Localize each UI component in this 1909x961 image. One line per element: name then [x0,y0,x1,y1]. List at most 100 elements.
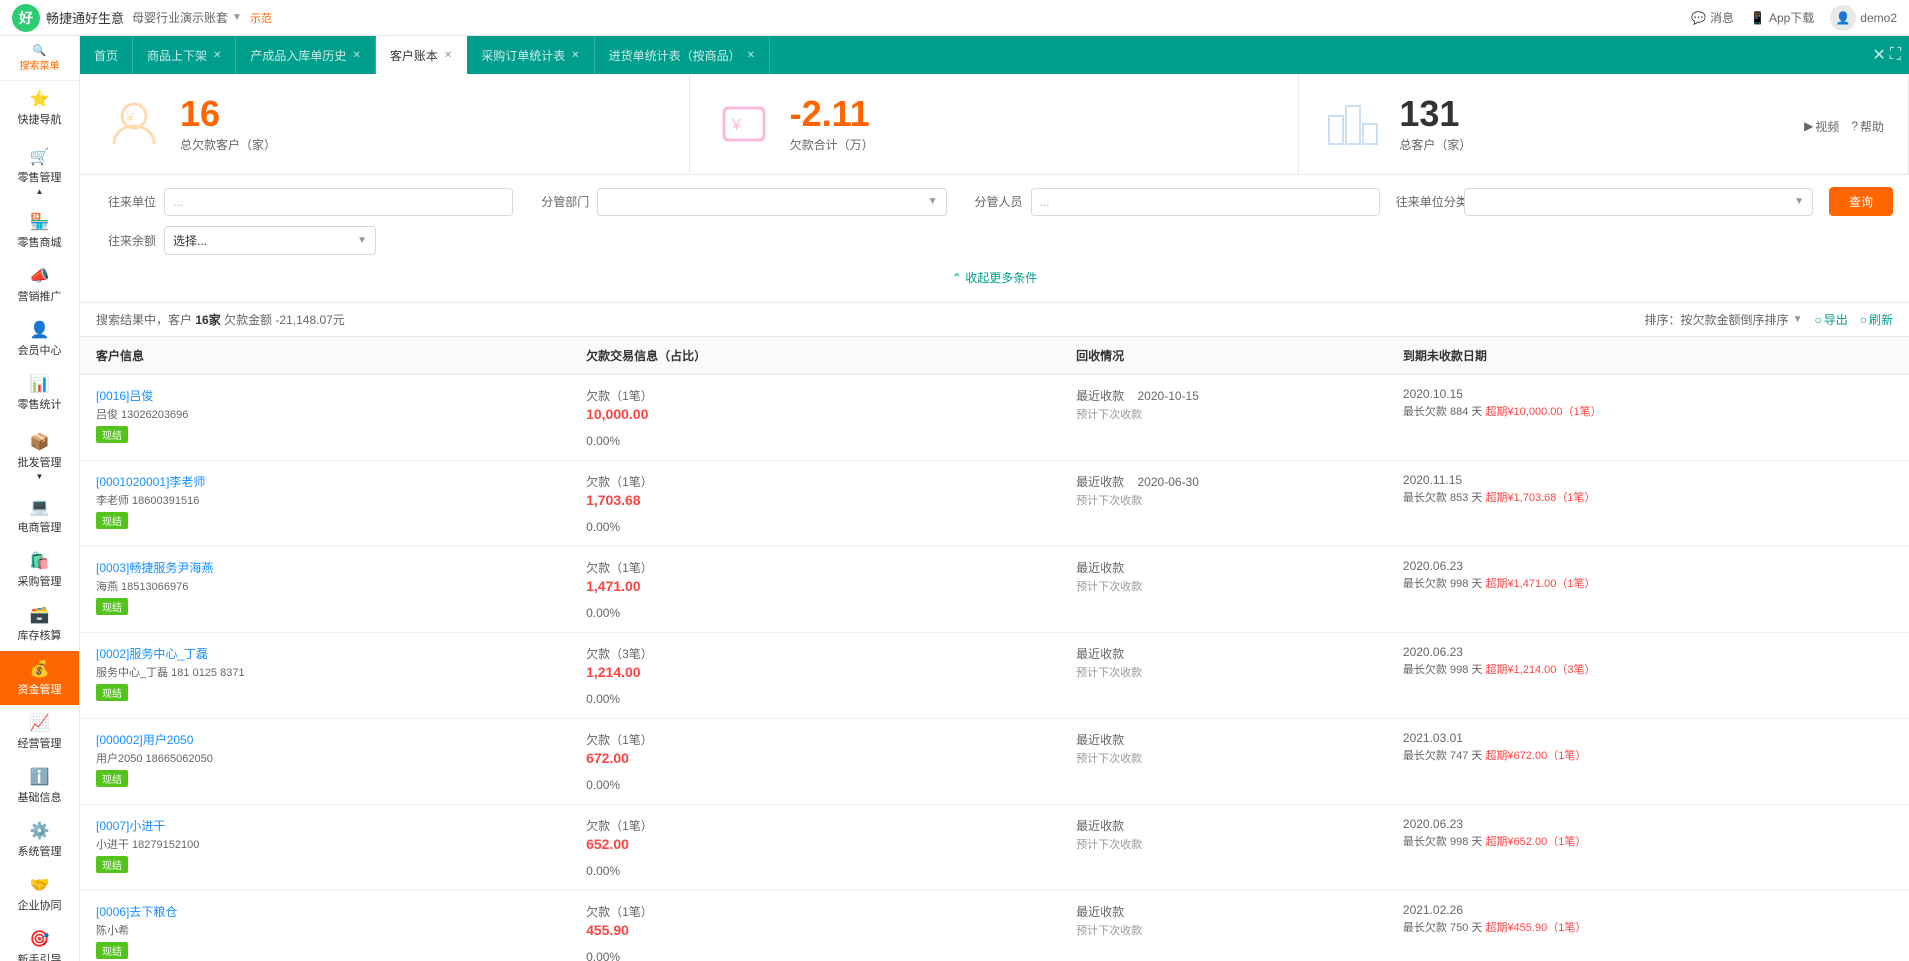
customer-name-5[interactable]: [000002]用户2050 [96,731,586,748]
sidebar-item-base-info[interactable]: ℹ️ 基础信息 [0,759,79,813]
video-btn[interactable]: ▶ 视频 [1804,118,1839,135]
total-customers-icon [1323,94,1383,154]
person-placeholder: ... [1040,195,1050,209]
from-unit-input[interactable]: ... [164,188,513,216]
sidebar-item-newbie[interactable]: 🎯 新手引导 [0,921,79,961]
export-btn[interactable]: ○ 导出 [1814,311,1847,328]
refresh-label: 刷新 [1869,311,1893,328]
collapse-btn[interactable]: ⌃ 收起更多条件 [96,265,1893,290]
store-selector[interactable]: 母婴行业演示账套 ▼ [132,9,242,26]
recovery-label-1: 预计下次收款 [1076,406,1403,422]
overdue-amount-3[interactable]: 超期¥1,471.00（1笔） [1485,578,1595,590]
member-label: 会员中心 [18,342,62,358]
sidebar-item-batch-mgmt[interactable]: 📦 批发管理 ▼ [0,424,79,489]
sidebar-item-quick-nav[interactable]: ⭐ 快捷导航 [0,81,79,135]
marketing-label: 营销推广 [18,288,62,304]
help-btn[interactable]: ? 帮助 [1851,118,1884,135]
tab-products-close[interactable]: ✕ [213,50,221,61]
sidebar-item-operations[interactable]: 📈 经营管理 [0,705,79,759]
recovery-cell-4: 最近收款 预计下次收款 [1076,645,1403,680]
due-date-6: 2020.06.23 [1403,817,1893,831]
customer-name-2[interactable]: [0001020001]李老师 [96,473,586,490]
table-row: [0016]吕俊 吕俊 13026203696 现结 欠款（1笔） 10,000… [80,375,1909,461]
customer-name-1[interactable]: [0016]吕俊 [96,387,586,404]
overdue-amount-6[interactable]: 超期¥652.00（1笔） [1485,836,1586,848]
tab-home[interactable]: 首页 [80,36,133,74]
dept-label: 分管部门 [529,193,589,210]
tab-import-close[interactable]: ✕ [747,50,755,61]
tab-customer-close[interactable]: ✕ [444,50,452,61]
ecom-label: 电商管理 [18,519,62,535]
app-download-btn[interactable]: 📱 App下载 [1750,9,1814,26]
sidebar-item-ecom[interactable]: 💻 电商管理 [0,489,79,543]
message-btn[interactable]: 💬 消息 [1691,9,1734,26]
user-btn[interactable]: 👤 demo2 [1830,5,1897,31]
balance-select[interactable]: 选择... ▼ [164,226,376,255]
tab-products[interactable]: 商品上下架 ✕ [133,36,236,74]
sidebar-item-marketing[interactable]: 📣 营销推广 [0,258,79,312]
avatar: 👤 [1830,5,1856,31]
right-panel: 首页 商品上下架 ✕ 产成品入库单历史 ✕ 客户账本 ✕ 采购订单统计表 ✕ 进… [80,36,1909,961]
search-button[interactable]: 查询 [1829,187,1893,216]
due-cell-2: 2020.11.15 最长欠款 853 天 超期¥1,703.68（1笔） [1403,473,1893,505]
refresh-btn[interactable]: ○ 刷新 [1860,311,1893,328]
customer-name-3[interactable]: [0003]畅捷服务尹海燕 [96,559,586,576]
tab-close-all-btn[interactable]: ✕ [1872,45,1885,65]
debt-percent-6: 0.00% [586,864,1076,878]
due-date-7: 2021.02.26 [1403,903,1893,917]
debt-amount-6: 652.00 [586,836,1076,852]
person-input[interactable]: ... [1031,188,1380,216]
overdue-amount-4[interactable]: 超期¥1,214.00（3笔） [1485,664,1595,676]
sidebar-item-corp-coop[interactable]: 🤝 企业协同 [0,867,79,921]
recovery-date-7: 最近收款 [1076,903,1403,920]
dept-select[interactable]: ▼ [597,188,946,216]
debt-cell-2: 欠款（1笔） 1,703.68 0.00% [586,473,1076,534]
sort-select[interactable]: 排序：按欠款金额倒序排序 ▼ [1645,311,1803,328]
sidebar-item-purchase[interactable]: 🛍️ 采购管理 [0,543,79,597]
tab-purchase-close[interactable]: ✕ [571,50,579,61]
overdue-amount-1[interactable]: 超期¥10,000.00（1笔） [1485,406,1601,418]
customer-name-4[interactable]: [0002]服务中心_丁磊 [96,645,586,662]
balance-value: 选择... [173,232,207,249]
tab-customer[interactable]: 客户账本 ✕ [376,36,467,74]
debt-count-3: 欠款（1笔） [586,559,1076,576]
overdue-amount-7[interactable]: 超期¥455.90（1笔） [1485,922,1586,934]
sidebar-item-sys-mgmt[interactable]: ⚙️ 系统管理 [0,813,79,867]
sidebar-item-retail-mall[interactable]: 🏪 零售商城 [0,204,79,258]
sidebar-item-retail-mgmt[interactable]: 🛒 零售管理 ▲ [0,139,79,204]
debt-cell-4: 欠款（3笔） 1,214.00 0.00% [586,645,1076,706]
sidebar-search[interactable]: 🔍 搜索菜单 [0,36,79,81]
debt-percent-5: 0.00% [586,778,1076,792]
tab-purchase[interactable]: 采购订单统计表 ✕ [467,36,594,74]
customer-sub-5: 用户2050 18665062050 [96,750,586,766]
overdue-amount-5[interactable]: 超期¥672.00（1笔） [1485,750,1586,762]
sidebar-item-retail-stats[interactable]: 📊 零售统计 [0,366,79,420]
batch-icon: 📦 [30,432,50,452]
sidebar-item-finance[interactable]: 💰 资金管理 [0,651,79,705]
table-row: [0001020001]李老师 李老师 18600391516 现结 欠款（1笔… [80,461,1909,547]
mall-icon: 🏪 [30,212,50,232]
customer-name-6[interactable]: [0007]小进干 [96,817,586,834]
batch-chevron-icon: ▼ [36,472,44,481]
overdue-days-6: 最长欠款 998 天 超期¥652.00（1笔） [1403,833,1893,849]
corp-coop-label: 企业协同 [18,897,62,913]
sidebar-item-inventory[interactable]: 🗃️ 库存核算 [0,597,79,651]
tab-expand-btn[interactable]: ⛶ [1890,46,1901,64]
tab-production[interactable]: 产成品入库单历史 ✕ [236,36,375,74]
export-icon: ○ [1814,313,1821,327]
overdue-amount-2[interactable]: 超期¥1,703.68（1笔） [1485,492,1595,504]
logo-icon: 好 [12,4,40,32]
unit-category-select[interactable]: ▼ [1464,188,1813,216]
sidebar-item-member[interactable]: 👤 会员中心 [0,312,79,366]
recovery-date-1: 最近收款 2020-10-15 [1076,387,1403,404]
tab-bar: 首页 商品上下架 ✕ 产成品入库单历史 ✕ 客户账本 ✕ 采购订单统计表 ✕ 进… [80,36,1909,74]
tab-production-close[interactable]: ✕ [352,50,360,61]
tab-import[interactable]: 进货单统计表（按商品） ✕ [595,36,770,74]
customer-name-7[interactable]: [0006]去下粮仓 [96,903,586,920]
demo-link[interactable]: 示范 [250,10,272,26]
customer-cell-1: [0016]吕俊 吕俊 13026203696 现结 [96,387,586,443]
stat-total-customers: 131 总客户（家） ▶ 视频 ? 帮助 [1299,74,1909,174]
table-row: [0002]服务中心_丁磊 服务中心_丁磊 181 0125 8371 现结 欠… [80,633,1909,719]
col-recovery: 回收情况 [1076,347,1403,364]
due-date-3: 2020.06.23 [1403,559,1893,573]
